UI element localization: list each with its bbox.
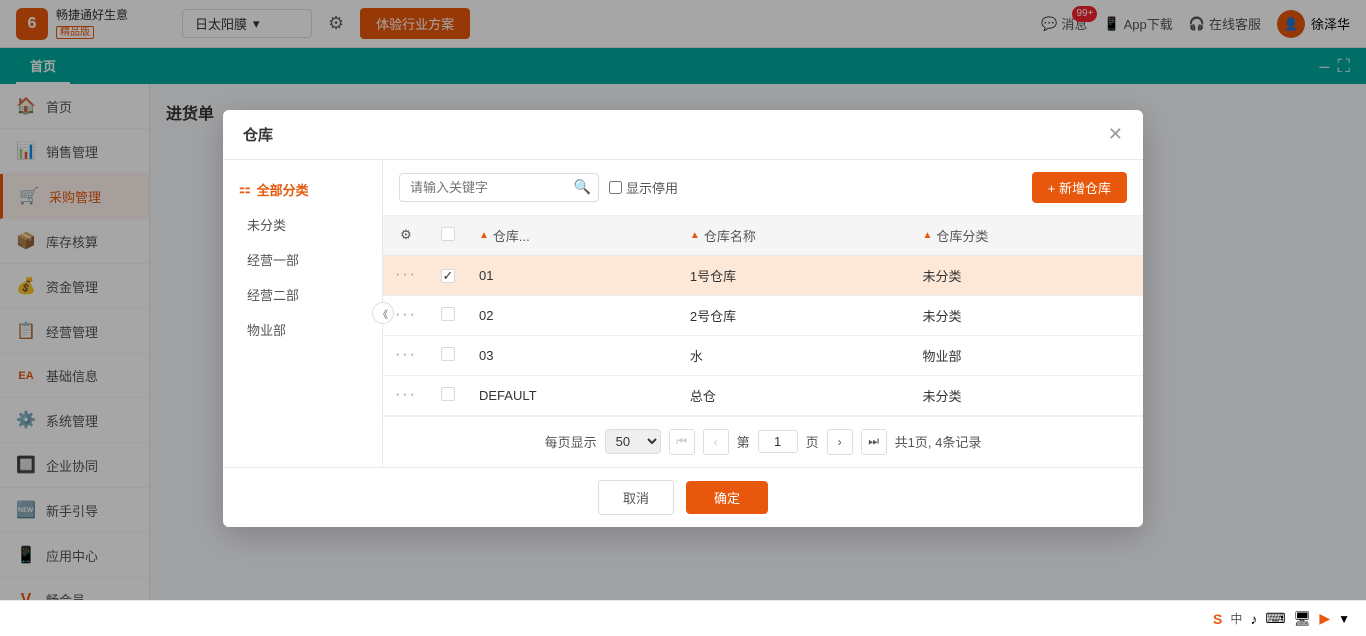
select-all-checkbox[interactable] (441, 227, 455, 241)
row-category-cell: 未分类 (910, 255, 1143, 295)
row-checkbox-cell (429, 335, 467, 375)
total-info: 共1页, 4条记录 (895, 432, 982, 451)
first-page-button[interactable]: ⏮ (669, 429, 695, 455)
row-checkbox[interactable] (441, 307, 455, 321)
grid-icon: ⚏ (239, 181, 251, 197)
dialog-title: 仓库 (243, 124, 273, 145)
table-row[interactable]: ··· ✓ 01 1号仓库 未分类 (383, 255, 1143, 295)
row-more[interactable]: ··· (395, 266, 417, 283)
taskbar-icon: ▶ (1319, 610, 1330, 627)
dialog-footer: 取消 确定 (223, 467, 1143, 527)
row-num-cell: DEFAULT (467, 375, 678, 415)
volume-icon: ♪ (1250, 611, 1257, 627)
row-checkbox[interactable]: ✓ (441, 269, 455, 283)
next-page-button[interactable]: › (827, 429, 853, 455)
show-disabled-label[interactable]: 显示停用 (609, 178, 678, 197)
col-settings: ⚙ (383, 216, 429, 256)
sort-icon-3: ▲ (922, 230, 932, 241)
category-item-3[interactable]: 物业部 (223, 312, 382, 347)
system-tray-icon: ▼ (1338, 612, 1350, 626)
col-code-header: ▲ 仓库... (467, 216, 678, 256)
collapse-sidebar-button[interactable]: 《 (372, 302, 394, 324)
confirm-button[interactable]: 确定 (686, 481, 768, 514)
search-button[interactable]: 🔍 (574, 179, 591, 196)
page-input[interactable] (758, 430, 798, 453)
row-checkbox[interactable] (441, 387, 455, 401)
per-page-select[interactable]: 50 10 20 100 (605, 429, 661, 454)
col-category-header: ▲ 仓库分类 (910, 216, 1143, 256)
category-item-0[interactable]: 未分类 (223, 207, 382, 242)
dialog-toolbar: 🔍 显示停用 + 新增仓库 (383, 160, 1143, 216)
table-row[interactable]: ··· 03 水 物业部 (383, 335, 1143, 375)
warehouse-table: ⚙ ▲ 仓库... (383, 216, 1143, 416)
col-checkbox (429, 216, 467, 256)
bottom-bar-icons: S 中 ♪ ⌨ 🖥 ▶ ▼ (1213, 610, 1350, 627)
dialog-sidebar: ⚏ 全部分类 未分类 经营一部 经营二部 物业部 《 (223, 160, 383, 467)
dialog-close-button[interactable]: ✕ (1108, 124, 1123, 145)
dialog-main: 🔍 显示停用 + 新增仓库 ⚙ (383, 160, 1143, 467)
row-name-cell: 总仓 (678, 375, 911, 415)
table-row[interactable]: ··· DEFAULT 总仓 未分类 (383, 375, 1143, 415)
dialog-body: ⚏ 全部分类 未分类 经营一部 经营二部 物业部 《 (223, 160, 1143, 467)
row-checkbox-cell: ✓ (429, 255, 467, 295)
row-name-cell: 水 (678, 335, 911, 375)
page-suffix: 页 (806, 432, 819, 451)
show-disabled-checkbox[interactable] (609, 181, 622, 194)
cancel-button[interactable]: 取消 (598, 480, 674, 515)
row-settings-cell: ··· (383, 335, 429, 375)
sort-icon: ▲ (479, 230, 489, 241)
dialog-header: 仓库 ✕ (223, 110, 1143, 160)
row-num-cell: 03 (467, 335, 678, 375)
per-page-label: 每页显示 (545, 432, 597, 451)
row-settings-cell: ··· (383, 375, 429, 415)
input-method-label: 中 (1230, 610, 1242, 627)
row-num-cell: 02 (467, 295, 678, 335)
gear-icon: ⚙ (400, 227, 412, 242)
row-name-cell: 2号仓库 (678, 295, 911, 335)
row-checkbox-cell (429, 295, 467, 335)
keyboard-icon: ⌨ (1265, 610, 1285, 627)
table-row[interactable]: ··· 02 2号仓库 未分类 (383, 295, 1143, 335)
row-num-cell: 01 (467, 255, 678, 295)
row-more[interactable]: ··· (395, 386, 417, 403)
pagination: 每页显示 50 10 20 100 ⏮ ‹ 第 页 › ⏭ 共1页, 4条记录 (383, 416, 1143, 467)
category-item-2[interactable]: 经营二部 (223, 277, 382, 312)
add-warehouse-button[interactable]: + 新增仓库 (1032, 172, 1127, 203)
search-wrap: 🔍 (399, 173, 599, 202)
row-category-cell: 未分类 (910, 375, 1143, 415)
row-more[interactable]: ··· (395, 346, 417, 363)
last-page-button[interactable]: ⏭ (861, 429, 887, 455)
warehouse-dialog: 仓库 ✕ ⚏ 全部分类 未分类 经营一部 经营二部 (223, 110, 1143, 527)
monitor-icon: 🖥 (1294, 610, 1312, 627)
bottom-bar: S 中 ♪ ⌨ 🖥 ▶ ▼ (0, 600, 1366, 636)
sogou-icon: S (1213, 611, 1222, 627)
modal-overlay[interactable]: 仓库 ✕ ⚏ 全部分类 未分类 经营一部 经营二部 (0, 0, 1366, 636)
page-label: 第 (737, 432, 750, 451)
row-name-cell: 1号仓库 (678, 255, 911, 295)
search-input[interactable] (399, 173, 599, 202)
category-item-1[interactable]: 经营一部 (223, 242, 382, 277)
prev-page-button[interactable]: ‹ (703, 429, 729, 455)
all-categories-button[interactable]: ⚏ 全部分类 (223, 172, 382, 207)
col-name-header: ▲ 仓库名称 (678, 216, 911, 256)
sort-icon-2: ▲ (690, 230, 700, 241)
table-header-row: ⚙ ▲ 仓库... (383, 216, 1143, 256)
row-category-cell: 未分类 (910, 295, 1143, 335)
row-checkbox[interactable] (441, 347, 455, 361)
row-settings-cell: ··· (383, 255, 429, 295)
row-more[interactable]: ··· (395, 306, 417, 323)
row-category-cell: 物业部 (910, 335, 1143, 375)
row-checkbox-cell (429, 375, 467, 415)
